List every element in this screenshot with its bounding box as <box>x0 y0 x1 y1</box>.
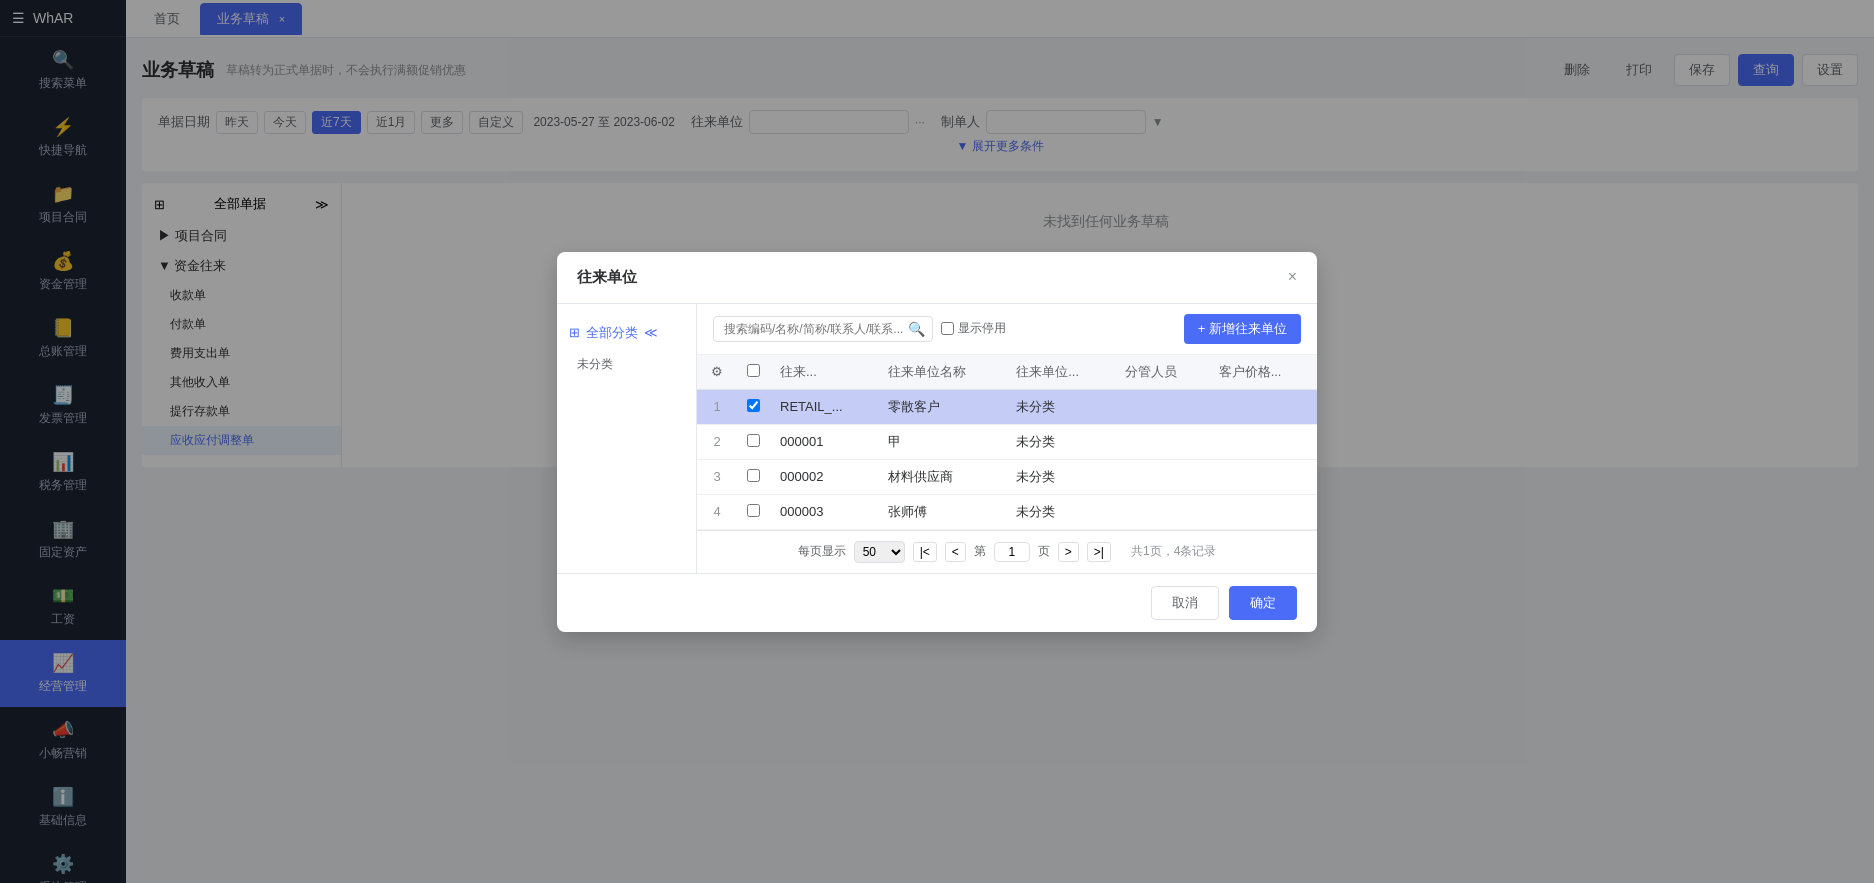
modal-body: ⊞ 全部分类 ≪ 未分类 🔍 <box>557 304 1317 573</box>
row-num: 4 <box>697 494 737 529</box>
all-category-label: 全部分类 <box>586 324 638 342</box>
page-number-input[interactable] <box>994 542 1030 562</box>
row-price <box>1209 424 1317 459</box>
modal-overlay: 往来单位 × ⊞ 全部分类 ≪ 未分类 <box>0 0 1874 883</box>
per-page-label: 每页显示 <box>798 543 846 560</box>
page-label: 第 <box>974 543 986 560</box>
row-name: 零散客户 <box>878 389 1006 424</box>
page-prev-button[interactable]: < <box>945 542 966 562</box>
modal-toolbar: 🔍 显示停用 + 新增往来单位 <box>697 304 1317 355</box>
col-header-manager: 分管人员 <box>1115 355 1209 390</box>
page-suffix: 页 <box>1038 543 1050 560</box>
row-check[interactable] <box>737 494 770 529</box>
search-icon: 🔍 <box>908 321 925 337</box>
row-category: 未分类 <box>1006 424 1114 459</box>
row-num: 2 <box>697 424 737 459</box>
modal-footer: 取消 确定 <box>557 573 1317 632</box>
row-code: 000002 <box>770 459 878 494</box>
row-category: 未分类 <box>1006 459 1114 494</box>
search-wrap: 🔍 <box>713 316 933 342</box>
row-check[interactable] <box>737 459 770 494</box>
row-manager <box>1115 494 1209 529</box>
row-name: 材料供应商 <box>878 459 1006 494</box>
modal-pagination: 每页显示 50 100 |< < 第 页 > >| 共1页，4条记录 <box>697 530 1317 573</box>
add-unit-button[interactable]: + 新增往来单位 <box>1184 314 1301 344</box>
row-name: 甲 <box>878 424 1006 459</box>
table-row[interactable]: 4 000003 张师傅 未分类 <box>697 494 1317 529</box>
modal-close-button[interactable]: × <box>1288 268 1297 286</box>
total-info: 共1页，4条记录 <box>1131 543 1216 560</box>
modal-dialog: 往来单位 × ⊞ 全部分类 ≪ 未分类 <box>557 252 1317 632</box>
col-header-name: 往来单位名称 <box>878 355 1006 390</box>
row-manager <box>1115 459 1209 494</box>
col-header-config: ⚙ <box>697 355 737 390</box>
row-num: 1 <box>697 389 737 424</box>
modal-right-panel: 🔍 显示停用 + 新增往来单位 ⚙ <box>697 304 1317 573</box>
col-header-code: 往来... <box>770 355 878 390</box>
row-manager <box>1115 424 1209 459</box>
row-name: 张师傅 <box>878 494 1006 529</box>
row-price <box>1209 389 1317 424</box>
category-grid-icon: ⊞ <box>569 325 580 340</box>
per-page-select[interactable]: 50 100 <box>854 541 905 563</box>
table-row[interactable]: 1 RETAIL_... 零散客户 未分类 <box>697 389 1317 424</box>
modal-title: 往来单位 <box>577 268 637 287</box>
select-all-checkbox[interactable] <box>747 364 760 377</box>
col-header-category: 往来单位... <box>1006 355 1114 390</box>
page-first-button[interactable]: |< <box>913 542 937 562</box>
row-manager <box>1115 389 1209 424</box>
modal-category-unclassified[interactable]: 未分类 <box>557 350 696 379</box>
table-row[interactable]: 2 000001 甲 未分类 <box>697 424 1317 459</box>
modal-all-category[interactable]: ⊞ 全部分类 ≪ <box>557 316 696 350</box>
modal-header: 往来单位 × <box>557 252 1317 304</box>
col-header-price: 客户价格... <box>1209 355 1317 390</box>
confirm-button[interactable]: 确定 <box>1229 586 1297 620</box>
row-check[interactable] <box>737 389 770 424</box>
show-disabled-checkbox[interactable] <box>941 322 954 335</box>
row-code: 000003 <box>770 494 878 529</box>
modal-search-input[interactable] <box>713 316 933 342</box>
modal-left-panel: ⊞ 全部分类 ≪ 未分类 <box>557 304 697 573</box>
modal-search-area: 🔍 显示停用 <box>713 316 1006 342</box>
table-row[interactable]: 3 000002 材料供应商 未分类 <box>697 459 1317 494</box>
row-code: RETAIL_... <box>770 389 878 424</box>
show-disabled-label[interactable]: 显示停用 <box>941 320 1006 337</box>
row-code: 000001 <box>770 424 878 459</box>
row-price <box>1209 459 1317 494</box>
page-next-button[interactable]: > <box>1058 542 1079 562</box>
page-last-button[interactable]: >| <box>1087 542 1111 562</box>
modal-table: ⚙ 往来... 往来单位名称 往来单位... 分管人员 客户价格... <box>697 355 1317 530</box>
row-category: 未分类 <box>1006 389 1114 424</box>
collapse-icon: ≪ <box>644 325 658 340</box>
row-price <box>1209 494 1317 529</box>
cancel-button[interactable]: 取消 <box>1151 586 1219 620</box>
row-num: 3 <box>697 459 737 494</box>
col-header-check[interactable] <box>737 355 770 390</box>
row-category: 未分类 <box>1006 494 1114 529</box>
row-check[interactable] <box>737 424 770 459</box>
